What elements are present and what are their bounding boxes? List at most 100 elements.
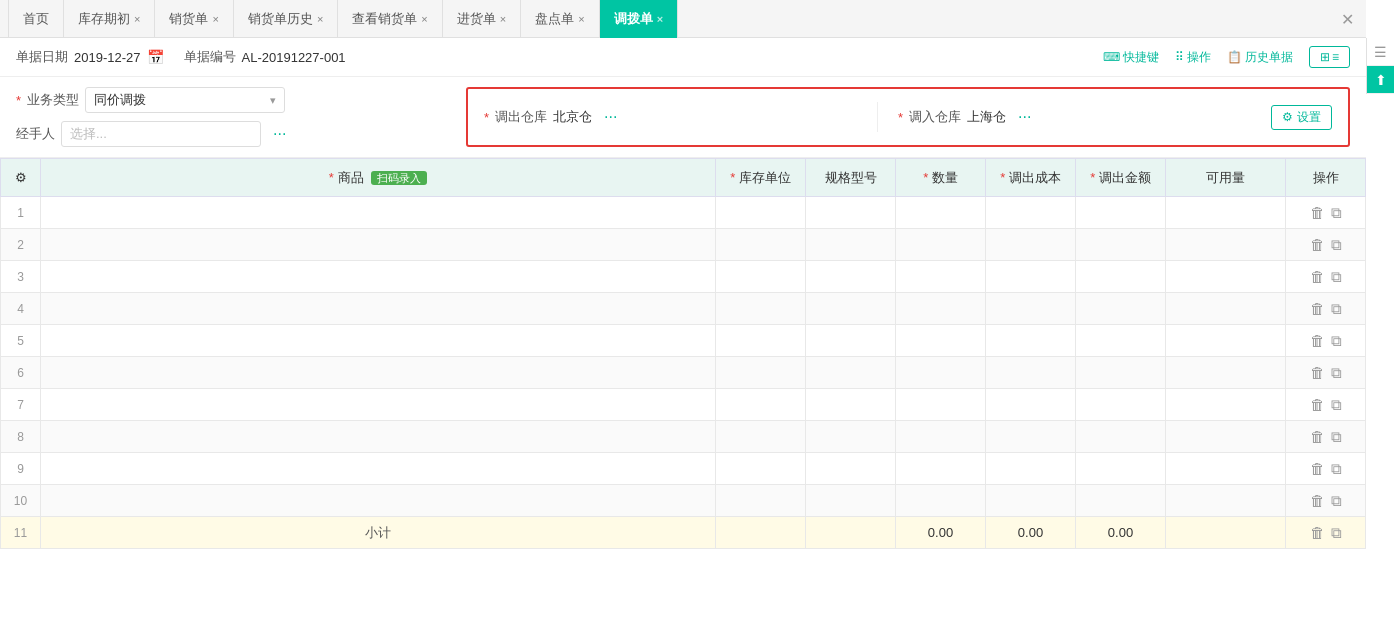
row-amount-cell[interactable] bbox=[1076, 261, 1166, 293]
row-amount-cell[interactable] bbox=[1076, 485, 1166, 517]
copy-icon[interactable]: ⧉ bbox=[1331, 268, 1342, 286]
row-amount-cell[interactable] bbox=[1076, 325, 1166, 357]
row-qty-cell[interactable] bbox=[896, 293, 986, 325]
row-spec-cell[interactable] bbox=[806, 325, 896, 357]
handler-select[interactable]: 选择... bbox=[61, 121, 261, 147]
row-spec-cell[interactable] bbox=[806, 197, 896, 229]
row-cost-cell[interactable] bbox=[986, 293, 1076, 325]
delete-icon[interactable]: 🗑 bbox=[1310, 236, 1325, 253]
delete-icon[interactable]: 🗑 bbox=[1310, 524, 1325, 541]
row-unit-cell[interactable] bbox=[716, 421, 806, 453]
scan-button[interactable]: 扫码录入 bbox=[371, 171, 427, 185]
tab-home[interactable]: 首页 bbox=[8, 0, 64, 38]
row-amount-cell[interactable] bbox=[1076, 229, 1166, 261]
delete-icon[interactable]: 🗑 bbox=[1310, 204, 1325, 221]
tab-inventory-init[interactable]: 库存期初 × bbox=[64, 0, 155, 38]
delete-icon[interactable]: 🗑 bbox=[1310, 460, 1325, 477]
row-product-cell[interactable] bbox=[41, 293, 716, 325]
row-amount-cell[interactable] bbox=[1076, 293, 1166, 325]
row-cost-cell[interactable] bbox=[986, 325, 1076, 357]
row-unit-cell[interactable] bbox=[716, 453, 806, 485]
copy-icon[interactable]: ⧉ bbox=[1331, 396, 1342, 414]
row-spec-cell[interactable] bbox=[806, 485, 896, 517]
row-amount-cell[interactable] bbox=[1076, 197, 1166, 229]
row-qty-cell[interactable] bbox=[896, 453, 986, 485]
delete-icon[interactable]: 🗑 bbox=[1310, 396, 1325, 413]
tab-purchase-order-close[interactable]: × bbox=[500, 13, 506, 25]
right-panel-list-icon[interactable]: ☰ bbox=[1367, 38, 1395, 66]
tab-purchase-order[interactable]: 进货单 × bbox=[443, 0, 521, 38]
row-product-cell[interactable] bbox=[41, 453, 716, 485]
row-spec-cell[interactable] bbox=[806, 453, 896, 485]
row-unit-cell[interactable] bbox=[716, 325, 806, 357]
row-product-cell[interactable] bbox=[41, 357, 716, 389]
th-gear[interactable]: ⚙ bbox=[1, 159, 41, 197]
delete-icon[interactable]: 🗑 bbox=[1310, 428, 1325, 445]
row-unit-cell[interactable] bbox=[716, 389, 806, 421]
copy-icon[interactable]: ⧉ bbox=[1331, 364, 1342, 382]
copy-icon[interactable]: ⧉ bbox=[1331, 204, 1342, 222]
grid-view-button[interactable]: ⊞ ≡ bbox=[1309, 46, 1350, 68]
row-unit-cell[interactable] bbox=[716, 229, 806, 261]
row-unit-cell[interactable] bbox=[716, 197, 806, 229]
shortcut-button[interactable]: ⌨ 快捷键 bbox=[1103, 49, 1159, 66]
copy-icon[interactable]: ⧉ bbox=[1331, 300, 1342, 318]
copy-icon[interactable]: ⧉ bbox=[1331, 236, 1342, 254]
row-qty-cell[interactable] bbox=[896, 197, 986, 229]
row-qty-cell[interactable] bbox=[896, 261, 986, 293]
row-qty-cell[interactable] bbox=[896, 325, 986, 357]
row-qty-cell[interactable] bbox=[896, 229, 986, 261]
row-cost-cell[interactable] bbox=[986, 229, 1076, 261]
operation-button[interactable]: ⠿ 操作 bbox=[1175, 49, 1211, 66]
row-cost-cell[interactable] bbox=[986, 485, 1076, 517]
row-unit-cell[interactable] bbox=[716, 293, 806, 325]
copy-icon[interactable]: ⧉ bbox=[1331, 492, 1342, 510]
row-product-cell[interactable] bbox=[41, 229, 716, 261]
row-product-cell[interactable] bbox=[41, 261, 716, 293]
tab-sales-history[interactable]: 销货单历史 × bbox=[234, 0, 338, 38]
delete-icon[interactable]: 🗑 bbox=[1310, 332, 1325, 349]
settings-button[interactable]: ⚙ 设置 bbox=[1271, 105, 1332, 130]
tab-sales-order-close[interactable]: × bbox=[212, 13, 218, 25]
row-spec-cell[interactable] bbox=[806, 261, 896, 293]
calendar-icon[interactable]: 📅 bbox=[147, 49, 164, 65]
tab-inventory-init-close[interactable]: × bbox=[134, 13, 140, 25]
row-unit-cell[interactable] bbox=[716, 485, 806, 517]
business-type-select[interactable]: 同价调拨 ▾ bbox=[85, 87, 285, 113]
row-cost-cell[interactable] bbox=[986, 453, 1076, 485]
row-product-cell[interactable] bbox=[41, 325, 716, 357]
copy-icon[interactable]: ⧉ bbox=[1331, 428, 1342, 446]
row-cost-cell[interactable] bbox=[986, 261, 1076, 293]
row-product-cell[interactable] bbox=[41, 485, 716, 517]
tab-sales-order[interactable]: 销货单 × bbox=[155, 0, 233, 38]
tab-view-sales[interactable]: 查看销货单 × bbox=[338, 0, 442, 38]
tab-stocktake-close[interactable]: × bbox=[578, 13, 584, 25]
warehouse-in-more-button[interactable]: ··· bbox=[1018, 108, 1031, 126]
row-qty-cell[interactable] bbox=[896, 357, 986, 389]
delete-icon[interactable]: 🗑 bbox=[1310, 364, 1325, 381]
tab-view-sales-close[interactable]: × bbox=[421, 13, 427, 25]
row-cost-cell[interactable] bbox=[986, 421, 1076, 453]
row-unit-cell[interactable] bbox=[716, 261, 806, 293]
copy-icon[interactable]: ⧉ bbox=[1331, 524, 1342, 542]
row-amount-cell[interactable] bbox=[1076, 389, 1166, 421]
window-close-button[interactable]: ✕ bbox=[1341, 9, 1354, 28]
tab-transfer[interactable]: 调拨单 × bbox=[600, 0, 678, 38]
right-panel-export-icon[interactable]: ⬆ bbox=[1367, 66, 1395, 94]
row-qty-cell[interactable] bbox=[896, 389, 986, 421]
row-amount-cell[interactable] bbox=[1076, 421, 1166, 453]
tab-stocktake[interactable]: 盘点单 × bbox=[521, 0, 599, 38]
row-amount-cell[interactable] bbox=[1076, 357, 1166, 389]
history-button[interactable]: 📋 历史单据 bbox=[1227, 49, 1293, 66]
row-spec-cell[interactable] bbox=[806, 229, 896, 261]
copy-icon[interactable]: ⧉ bbox=[1331, 460, 1342, 478]
tab-transfer-close[interactable]: × bbox=[657, 13, 663, 25]
warehouse-out-more-button[interactable]: ··· bbox=[604, 108, 617, 126]
delete-icon[interactable]: 🗑 bbox=[1310, 268, 1325, 285]
row-product-cell[interactable] bbox=[41, 421, 716, 453]
row-spec-cell[interactable] bbox=[806, 357, 896, 389]
row-qty-cell[interactable] bbox=[896, 485, 986, 517]
delete-icon[interactable]: 🗑 bbox=[1310, 492, 1325, 509]
row-amount-cell[interactable] bbox=[1076, 453, 1166, 485]
row-qty-cell[interactable] bbox=[896, 421, 986, 453]
